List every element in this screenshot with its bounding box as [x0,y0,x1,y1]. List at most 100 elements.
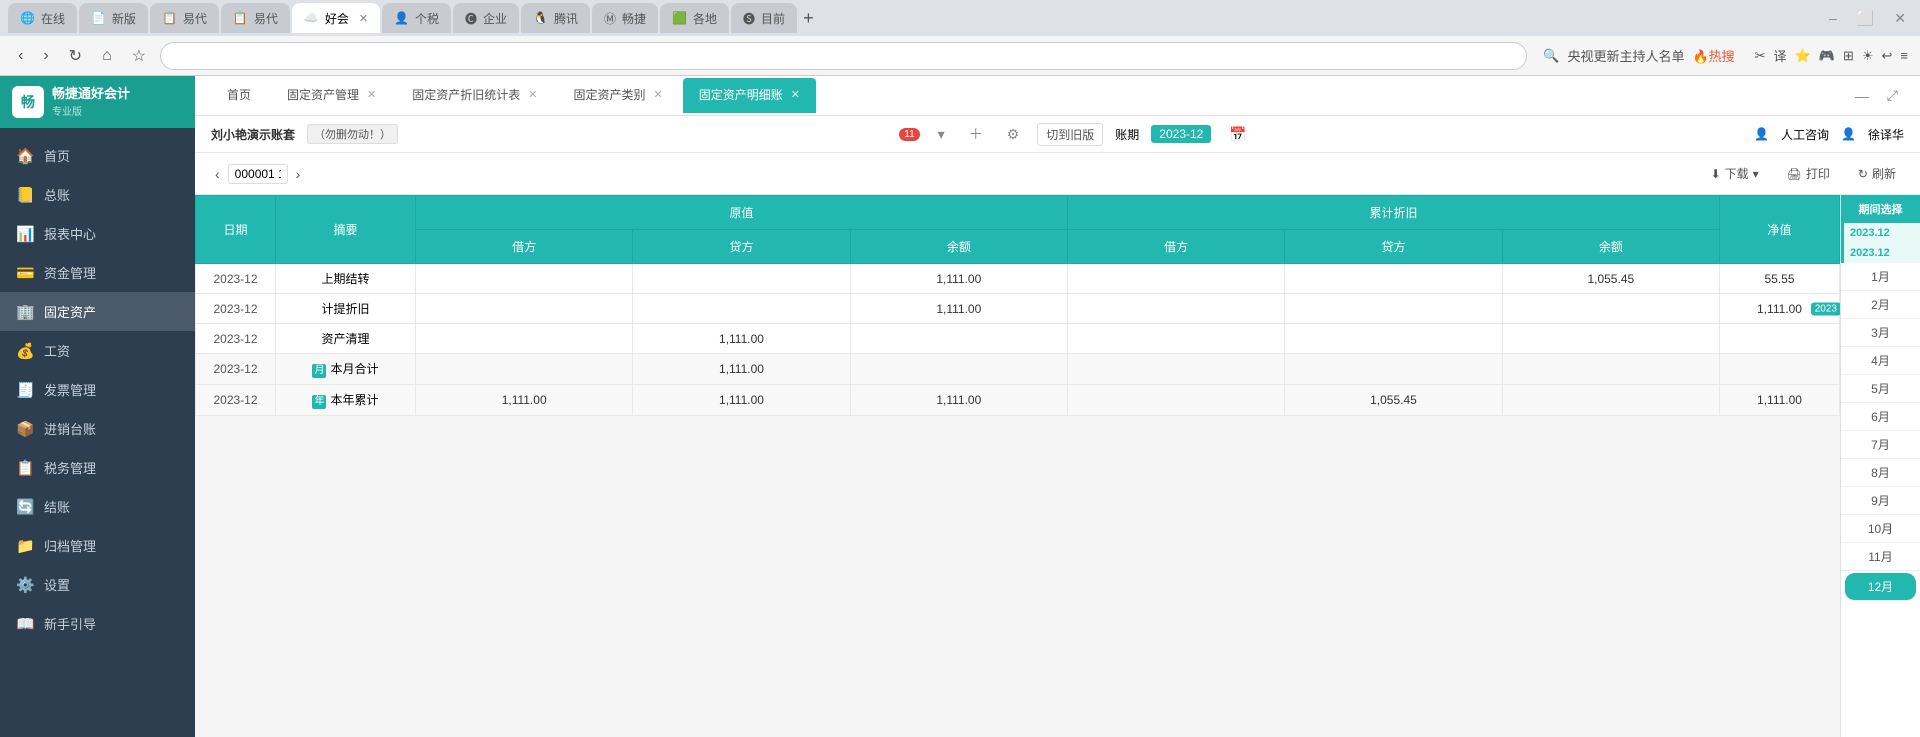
cell-orig-debit [416,354,633,385]
sidebar-item-archive[interactable]: 📁 归档管理 [0,526,195,565]
print-button[interactable]: 🖨 打印 [1779,161,1838,186]
account-tag: （勿删勿动！） [307,124,398,144]
archive-icon: 📁 [16,537,34,555]
period-selected-start: 2023.12 [1841,223,1920,243]
browser-tab-zaixin[interactable]: 🌐 在线 [8,3,77,33]
switch-old-version-button[interactable]: 切到旧版 [1037,123,1103,146]
browser-tab-yidai2[interactable]: 📋 易代 [221,3,290,33]
tab-favicon: 🌐 [20,11,35,25]
tab-favicon: 📄 [91,11,106,25]
minimize-button[interactable]: – [1823,8,1843,28]
refresh-button[interactable]: ↻ 刷新 [1850,161,1904,186]
app-tab-asset-detail-ledger[interactable]: 固定资产明细账 ✕ [683,78,816,113]
invoice-icon: 🧾 [16,381,34,399]
next-page-button[interactable]: › [292,164,305,184]
download-button[interactable]: ⬇ 下载 ▾ [1703,161,1767,186]
tab-close-haohui[interactable]: ✕ [359,12,368,25]
browser-tab-gedi[interactable]: 🟩 各地 [660,3,729,33]
closing-icon: 🔄 [16,498,34,516]
tab-favicon: 📋 [162,11,177,25]
home-button[interactable]: ⌂ [96,45,118,67]
browser-tab-tencent[interactable]: 🐧 腾讯 [521,3,590,33]
browser-tab-qiye[interactable]: 🅒 企业 [453,3,519,33]
cell-acc-debit [1067,324,1284,354]
bookmark-button[interactable]: ☆ [126,44,152,68]
sidebar-item-purchase-sales[interactable]: 📦 进销台账 [0,409,195,448]
th-orig-debit: 借方 [416,230,633,264]
period-item-11[interactable]: 11月 [1841,543,1920,571]
calendar-button[interactable]: 📅 [1223,124,1252,145]
period-item-1[interactable]: 1月 [1841,263,1920,291]
app-edition: 专业版 [52,103,130,118]
add-account-button[interactable]: ＋ [963,122,989,146]
app-tab-asset-category[interactable]: 固定资产类别 ✕ [557,78,678,113]
browser-tab-xinban[interactable]: 📄 新版 [79,3,148,33]
th-date: 日期 [196,196,276,264]
sidebar-item-fixed-assets[interactable]: 🏢 固定资产 [0,292,195,331]
cell-orig-debit [416,324,633,354]
cell-orig-balance: 1,111.00 [850,294,1067,324]
sidebar-item-general-ledger[interactable]: 📒 总账 [0,175,195,214]
sidebar-item-funds[interactable]: 💳 资金管理 [0,253,195,292]
refresh-icon: ↻ [1858,167,1868,181]
browser-tab-muqian[interactable]: 🅢 目前 [731,3,797,33]
prev-page-button[interactable]: ‹ [211,164,224,184]
period-item-6[interactable]: 6月 [1841,403,1920,431]
maximize-panel-button[interactable]: ⤢ [1881,85,1904,106]
user-name: 徐译华 [1868,126,1904,143]
close-tab-depreciation-stats[interactable]: ✕ [528,88,537,101]
cell-date: 2023-12 [196,354,276,385]
maximize-button[interactable]: ⬜ [1851,8,1880,29]
page-nav-controls: ‹ › [211,164,304,184]
browser-tab-yidai1[interactable]: 📋 易代 [150,3,219,33]
sidebar-item-tax-label: 税务管理 [44,458,96,477]
account-bar: 刘小艳演示账套 （勿删勿动！） 11 ▾ ＋ ⚙ 切到旧版 账期 2023-12… [195,116,1920,153]
sidebar-item-reports[interactable]: 📊 报表中心 [0,214,195,253]
browser-tab-changjie[interactable]: Ⓜ 畅捷 [592,3,658,33]
period-item-5[interactable]: 5月 [1841,375,1920,403]
cell-orig-credit: 1,111.00 [633,385,850,416]
app-tab-home[interactable]: 首页 [211,78,267,113]
close-window-button[interactable]: ✕ [1888,8,1912,29]
account-name: 刘小艳演示账套 [211,126,295,143]
sidebar-item-closing[interactable]: 🔄 结账 [0,487,195,526]
close-tab-fixed-assets-mgmt[interactable]: ✕ [367,88,376,101]
browser-tab-haohui[interactable]: ☁️ 好会 ✕ [292,3,380,33]
period-item-2[interactable]: 2月 [1841,291,1920,319]
undo-icon: ↩ [1882,48,1893,64]
period-item-3[interactable]: 3月 [1841,319,1920,347]
app-tab-depreciation-stats[interactable]: 固定资产折旧统计表 ✕ [396,78,553,113]
cell-net-value: 1,111.00 [1720,385,1840,416]
search-text: 央视更新主持人名单 [1567,46,1684,65]
page-number-input[interactable] [228,164,288,184]
forward-button[interactable]: › [37,45,54,67]
close-tab-asset-detail-ledger[interactable]: ✕ [791,88,800,101]
sidebar-item-payroll[interactable]: 💰 工资 [0,331,195,370]
new-tab-button[interactable]: + [799,8,818,29]
sidebar-item-settings[interactable]: ⚙️ 设置 [0,565,195,604]
address-bar-input[interactable]: https://cloud.chanjet.com/accounting/uw1… [160,42,1527,70]
back-button[interactable]: ‹ [12,45,29,67]
close-tab-asset-category[interactable]: ✕ [654,88,663,101]
browser-tab-geshui[interactable]: 👤 个税 [382,3,451,33]
period-item-4[interactable]: 4月 [1841,347,1920,375]
minimize-panel-button[interactable]: — [1849,86,1875,106]
sidebar-item-tax[interactable]: 📋 税务管理 [0,448,195,487]
dropdown-button[interactable]: ▾ [932,124,951,145]
sidebar-item-invoice[interactable]: 🧾 发票管理 [0,370,195,409]
period-item-12[interactable]: 12月 [1845,573,1916,601]
tab-favicon: 📋 [233,11,248,25]
ledger-table: 日期 摘要 原值 累计折旧 净值 借方 贷方 余额 借方 贷方 余额 [195,195,1840,416]
scissors-icon: ✂ [1755,48,1766,64]
period-item-7[interactable]: 7月 [1841,431,1920,459]
sidebar-item-payroll-label: 工资 [44,341,70,360]
sidebar-item-guide[interactable]: 📖 新手引导 [0,604,195,643]
sidebar-item-home[interactable]: 🏠 首页 [0,136,195,175]
reload-button[interactable]: ↻ [63,44,88,68]
settings-gear-button[interactable]: ⚙ [1001,124,1026,145]
period-item-10[interactable]: 10月 [1841,515,1920,543]
app-tab-fixed-assets-mgmt[interactable]: 固定资产管理 ✕ [271,78,392,113]
period-item-9[interactable]: 9月 [1841,487,1920,515]
period-item-8[interactable]: 8月 [1841,459,1920,487]
print-icon: 🖨 [1787,167,1802,181]
